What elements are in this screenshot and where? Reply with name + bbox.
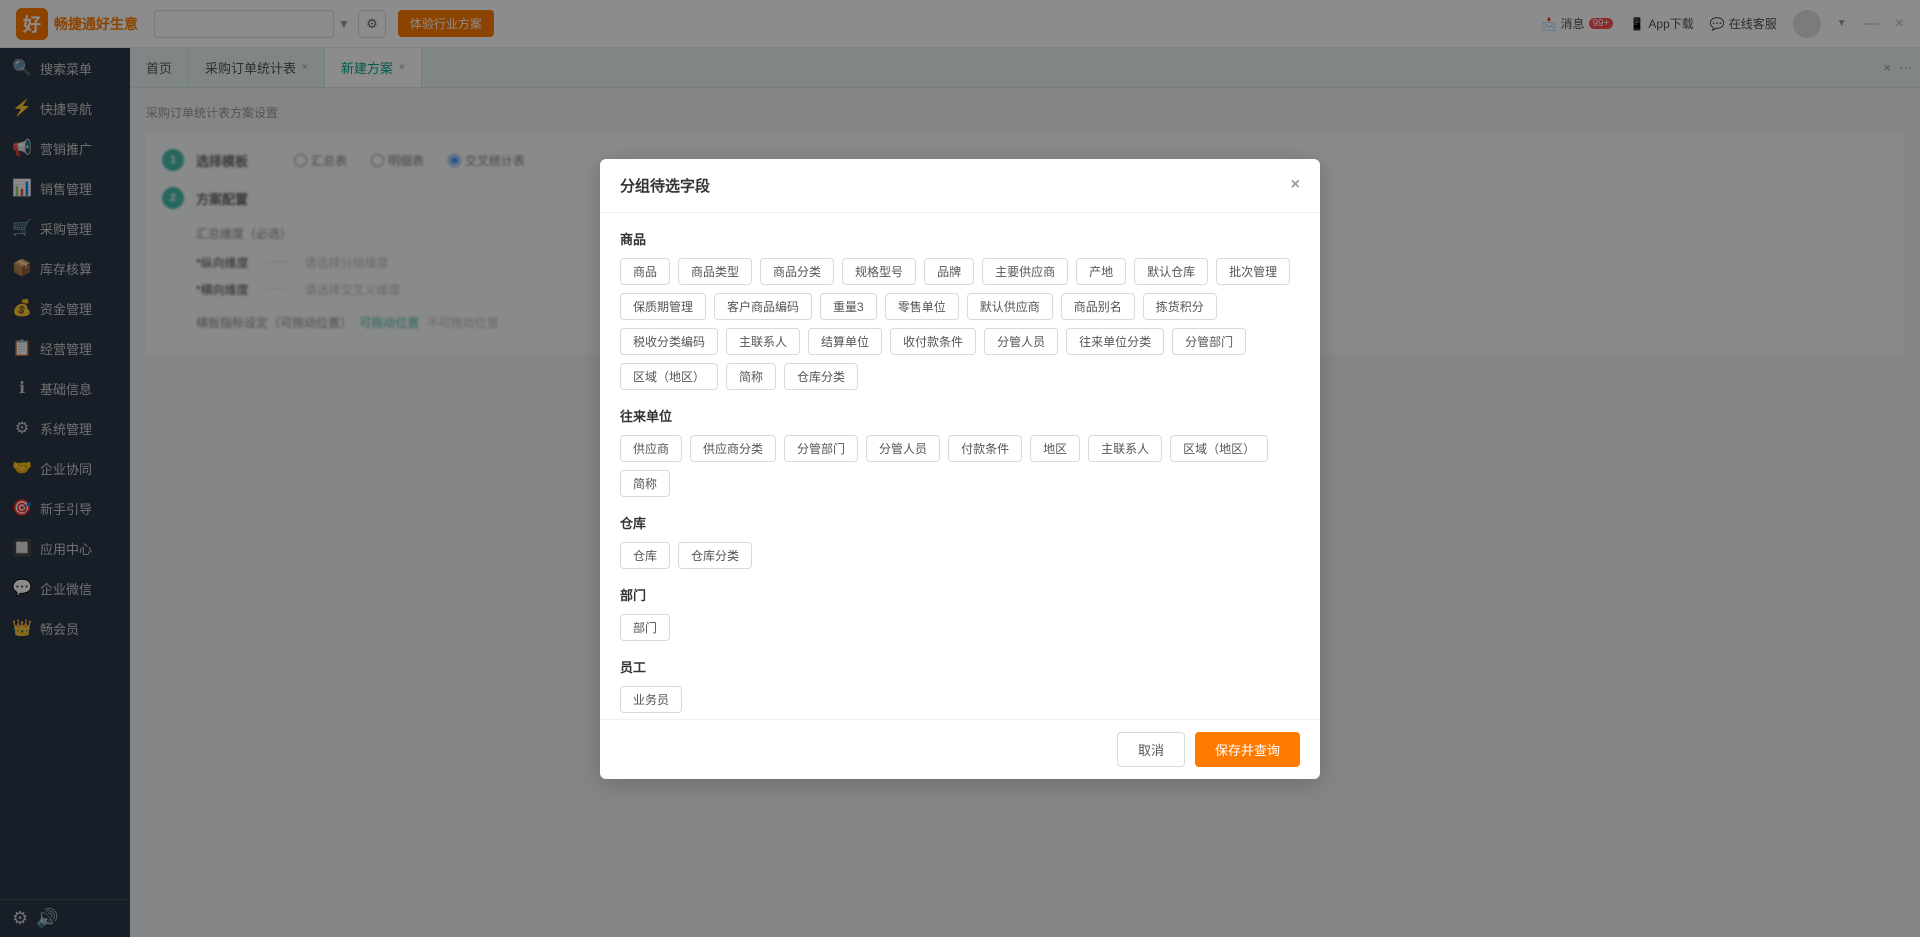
field-tag-goods-21[interactable]: 往来单位分类 [1066, 328, 1164, 355]
field-tags-department: 部门 [620, 614, 1300, 641]
field-tag-partner-4[interactable]: 付款条件 [948, 435, 1022, 462]
field-tag-goods-8[interactable]: 批次管理 [1216, 258, 1290, 285]
cancel-button[interactable]: 取消 [1117, 732, 1185, 767]
modal-close-button[interactable]: × [1291, 176, 1300, 194]
field-tag-goods-16[interactable]: 税收分类编码 [620, 328, 718, 355]
section-title-partner: 往来单位 [620, 406, 1300, 425]
field-tag-warehouse-1[interactable]: 仓库分类 [678, 542, 752, 569]
field-tag-goods-20[interactable]: 分管人员 [984, 328, 1058, 355]
field-tag-goods-10[interactable]: 客户商品编码 [714, 293, 812, 320]
field-tag-goods-2[interactable]: 商品分类 [760, 258, 834, 285]
field-tag-partner-3[interactable]: 分管人员 [866, 435, 940, 462]
field-tag-partner-7[interactable]: 区域（地区） [1170, 435, 1268, 462]
section-title-goods: 商品 [620, 229, 1300, 248]
field-tag-goods-0[interactable]: 商品 [620, 258, 670, 285]
field-tag-goods-7[interactable]: 默认仓库 [1134, 258, 1208, 285]
field-tag-department-0[interactable]: 部门 [620, 614, 670, 641]
field-tag-partner-1[interactable]: 供应商分类 [690, 435, 776, 462]
section-title-department: 部门 [620, 585, 1300, 604]
field-section-partner: 往来单位供应商供应商分类分管部门分管人员付款条件地区主联系人区域（地区） 简称 [620, 406, 1300, 497]
section-title-warehouse: 仓库 [620, 513, 1300, 532]
modal-footer: 取消 保存并查询 [600, 719, 1320, 779]
field-tag-goods-25[interactable]: 仓库分类 [784, 363, 858, 390]
field-tag-goods-24[interactable]: 简称 [726, 363, 776, 390]
section-title-employee: 员工 [620, 657, 1300, 676]
field-section-goods: 商品商品商品类型商品分类规格型号品牌主要供应商产地默认仓库批次管理保质期管理客户… [620, 229, 1300, 390]
field-tag-goods-11[interactable]: 重量3 [820, 293, 877, 320]
field-tag-goods-6[interactable]: 产地 [1076, 258, 1126, 285]
field-tags-goods: 商品商品类型商品分类规格型号品牌主要供应商产地默认仓库批次管理保质期管理客户商品… [620, 258, 1300, 390]
field-tag-goods-17[interactable]: 主联系人 [726, 328, 800, 355]
field-tag-goods-18[interactable]: 结算单位 [808, 328, 882, 355]
field-tags-partner: 供应商供应商分类分管部门分管人员付款条件地区主联系人区域（地区） 简称 [620, 435, 1300, 497]
modal: 分组待选字段 × 商品商品商品类型商品分类规格型号品牌主要供应商产地默认仓库批次… [600, 159, 1320, 779]
field-tag-goods-23[interactable]: 区域（地区） [620, 363, 718, 390]
field-tag-goods-22[interactable]: 分管部门 [1172, 328, 1246, 355]
field-tag-goods-3[interactable]: 规格型号 [842, 258, 916, 285]
field-tag-goods-14[interactable]: 商品别名 [1061, 293, 1135, 320]
modal-body[interactable]: 商品商品商品类型商品分类规格型号品牌主要供应商产地默认仓库批次管理保质期管理客户… [600, 213, 1320, 719]
field-section-employee: 员工业务员 [620, 657, 1300, 713]
modal-header: 分组待选字段 × [600, 159, 1320, 213]
field-tag-goods-9[interactable]: 保质期管理 [620, 293, 706, 320]
modal-title: 分组待选字段 [620, 175, 710, 196]
field-tag-partner-8[interactable]: 简称 [620, 470, 670, 497]
field-tag-partner-2[interactable]: 分管部门 [784, 435, 858, 462]
field-section-department: 部门部门 [620, 585, 1300, 641]
field-tag-goods-19[interactable]: 收付款条件 [890, 328, 976, 355]
field-section-warehouse: 仓库仓库仓库分类 [620, 513, 1300, 569]
field-tag-partner-0[interactable]: 供应商 [620, 435, 682, 462]
field-tags-employee: 业务员 [620, 686, 1300, 713]
field-tag-goods-12[interactable]: 零售单位 [885, 293, 959, 320]
field-tag-warehouse-0[interactable]: 仓库 [620, 542, 670, 569]
field-tag-goods-1[interactable]: 商品类型 [678, 258, 752, 285]
field-tag-partner-6[interactable]: 主联系人 [1088, 435, 1162, 462]
field-tag-goods-4[interactable]: 品牌 [924, 258, 974, 285]
save-button[interactable]: 保存并查询 [1195, 732, 1300, 767]
field-tag-goods-5[interactable]: 主要供应商 [982, 258, 1068, 285]
field-tags-warehouse: 仓库仓库分类 [620, 542, 1300, 569]
field-tag-employee-0[interactable]: 业务员 [620, 686, 682, 713]
field-tag-partner-5[interactable]: 地区 [1030, 435, 1080, 462]
field-tag-goods-13[interactable]: 默认供应商 [967, 293, 1053, 320]
field-tag-goods-15[interactable]: 拣货积分 [1143, 293, 1217, 320]
